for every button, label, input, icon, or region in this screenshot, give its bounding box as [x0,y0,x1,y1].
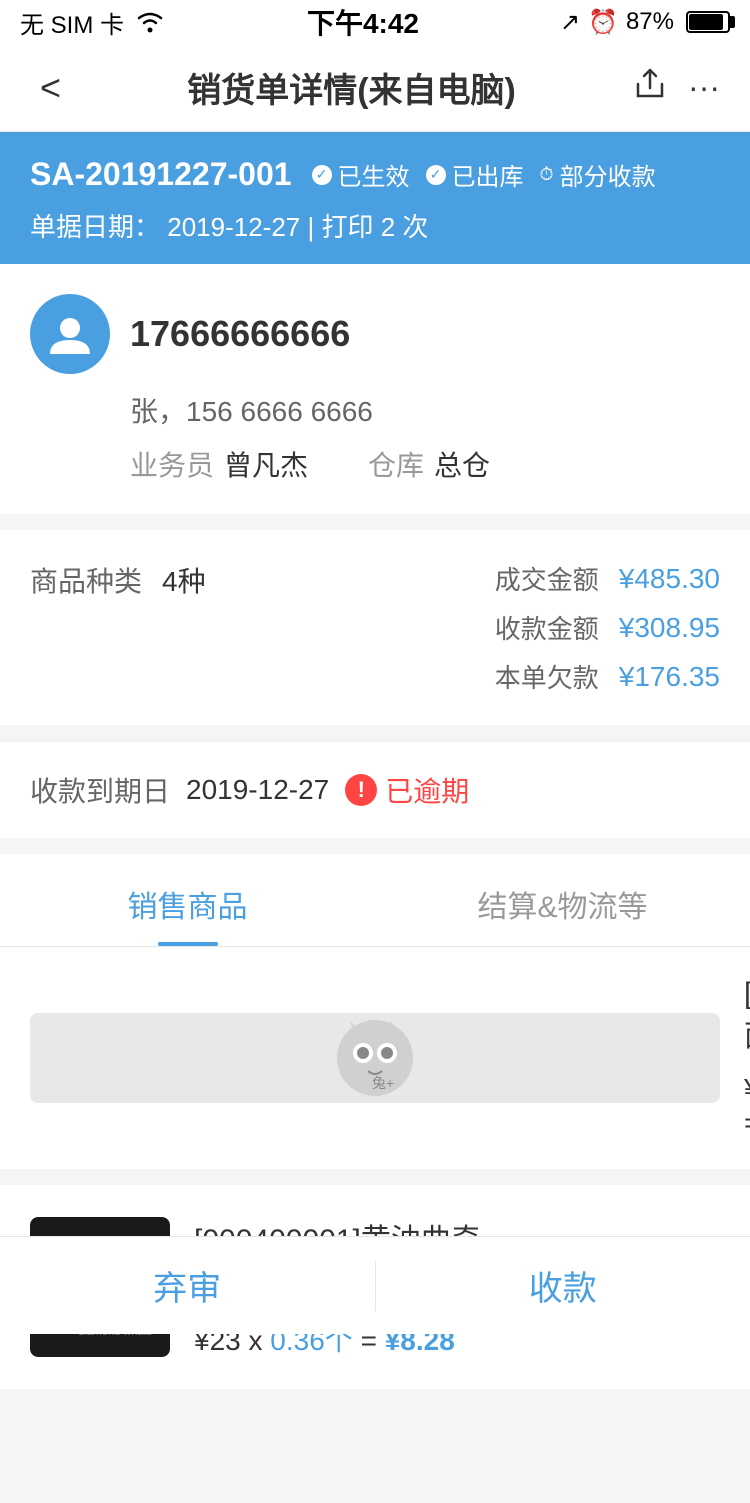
due-date-section: 收款到期日 2019-12-27 ! 已逾期 [0,741,750,838]
received-label: 收款金额 [495,609,599,646]
status-tags: ✓ 已生效 ✓ 已出库 ⏱ 部分收款 [312,157,656,192]
debt-label: 本单欠款 [495,658,599,695]
customer-name: 17666666666 [130,313,350,355]
customer-section: 17666666666 张，156 6666 6666 业务员 曾凡杰 仓库 总… [0,264,750,514]
nav-actions: ··· [632,66,720,110]
status-effective-label: 已生效 [338,157,410,192]
product-name-1: [0000002]面包 [744,977,750,1055]
price-eq-1: = [744,1107,750,1138]
salesperson-label: 业务员 [130,444,214,484]
customer-row: 17666666666 [30,294,720,374]
alarm-icon: ⏰ [588,8,618,37]
page-title: 销货单详情(来自电脑) [187,63,516,112]
due-label: 收款到期日 [30,770,170,810]
collect-payment-button[interactable]: 收款 [376,1241,750,1330]
battery-text: 87% [626,8,674,36]
more-button[interactable]: ··· [688,69,720,106]
overdue-text: 已逾期 [385,770,469,810]
print-unit: 次 [402,212,428,242]
order-date-value: 2019-12-27 [167,212,300,242]
tab-sales-products[interactable]: 销售商品 [0,854,375,946]
debt-value: ¥176.35 [619,661,720,693]
stats-section: 商品种类 4种 成交金额 ¥485.30 收款金额 ¥308.95 本单欠款 ¥… [0,530,750,725]
status-tag-effective: ✓ 已生效 [312,157,410,192]
abandon-review-button[interactable]: 弃审 [0,1241,375,1330]
header-banner: SA-20191227-001 ✓ 已生效 ✓ 已出库 ⏱ 部分收款 单据日期：… [0,132,750,264]
status-left: 无 SIM 卡 [20,5,166,40]
salesperson-value: 曾凡杰 [224,444,308,484]
product-price-1: ¥40 x 5袋 = ¥199.99 [744,1067,750,1139]
share-button[interactable] [632,66,668,110]
price-base-1: ¥40 x [744,1073,750,1104]
deal-amount-value: ¥485.30 [619,563,720,595]
deal-amount-label: 成交金额 [495,560,599,597]
received-row: 收款金额 ¥308.95 [495,609,720,646]
product-type-value: 4种 [162,560,206,600]
carrier-text: 无 SIM 卡 [20,5,124,40]
check-icon-2: ✓ [426,165,446,185]
print-label: 打印 [321,212,373,242]
product-thumb-1: 兔+ [30,1013,720,1103]
status-time: 下午4:42 [307,2,419,42]
tab-underline [158,942,218,946]
print-count: 2 [381,212,395,242]
warehouse-item: 仓库 总仓 [368,444,490,484]
warehouse-value: 总仓 [434,444,490,484]
product-type-label: 商品种类 [30,560,142,600]
overdue-badge: ! 已逾期 [345,770,469,810]
status-right: ↗ ⏰ 87% [560,8,730,37]
tab-settlement[interactable]: 结算&物流等 [375,854,750,946]
customer-meta: 业务员 曾凡杰 仓库 总仓 [30,444,720,484]
status-tag-shipped: ✓ 已出库 [426,157,524,192]
customer-detail: 张，156 6666 6666 [30,390,720,430]
wifi-icon [134,10,166,34]
overdue-icon: ! [345,774,377,806]
list-item: 兔+ [0000002]面包 ¥40 x 5袋 = ¥199.99 [0,947,750,1169]
deal-amount-row: 成交金额 ¥485.30 [495,560,720,597]
order-date-row: 单据日期： 2019-12-27 | 打印 2 次 [30,207,720,244]
avatar [30,294,110,374]
received-value: ¥308.95 [619,612,720,644]
tab-bar: 销售商品 结算&物流等 [0,854,750,947]
status-shipped-label: 已出库 [452,157,524,192]
product-info-1: [0000002]面包 ¥40 x 5袋 = ¥199.99 [744,977,750,1139]
tab-settlement-label: 结算&物流等 [477,891,647,924]
date-label: 单据日期： [30,212,160,242]
check-icon-1: ✓ [312,165,332,185]
due-date-value: 2019-12-27 [186,774,329,806]
status-partial-label: 部分收款 [560,157,656,192]
print-separator: | [307,212,321,242]
svg-text:兔+: 兔+ [372,1075,394,1091]
stats-right: 成交金额 ¥485.30 收款金额 ¥308.95 本单欠款 ¥176.35 [495,560,720,695]
status-tag-partial: ⏱ 部分收款 [540,157,656,192]
nav-bar: < 销货单详情(来自电脑) ··· [0,44,750,132]
order-id-row: SA-20191227-001 ✓ 已生效 ✓ 已出库 ⏱ 部分收款 [30,156,720,193]
debt-row: 本单欠款 ¥176.35 [495,658,720,695]
bottom-bar: 弃审 收款 [0,1236,750,1334]
clock-icon: ⏱ [540,164,554,185]
warehouse-label: 仓库 [368,444,424,484]
location-icon: ↗ [560,8,580,37]
battery-icon [686,11,730,33]
salesperson-item: 业务员 曾凡杰 [130,444,308,484]
order-id: SA-20191227-001 [30,156,292,193]
back-button[interactable]: < [30,57,71,119]
tab-sales-label: 销售商品 [128,891,248,924]
status-bar: 无 SIM 卡 下午4:42 ↗ ⏰ 87% [0,0,750,44]
stats-left: 商品种类 4种 [30,560,495,600]
